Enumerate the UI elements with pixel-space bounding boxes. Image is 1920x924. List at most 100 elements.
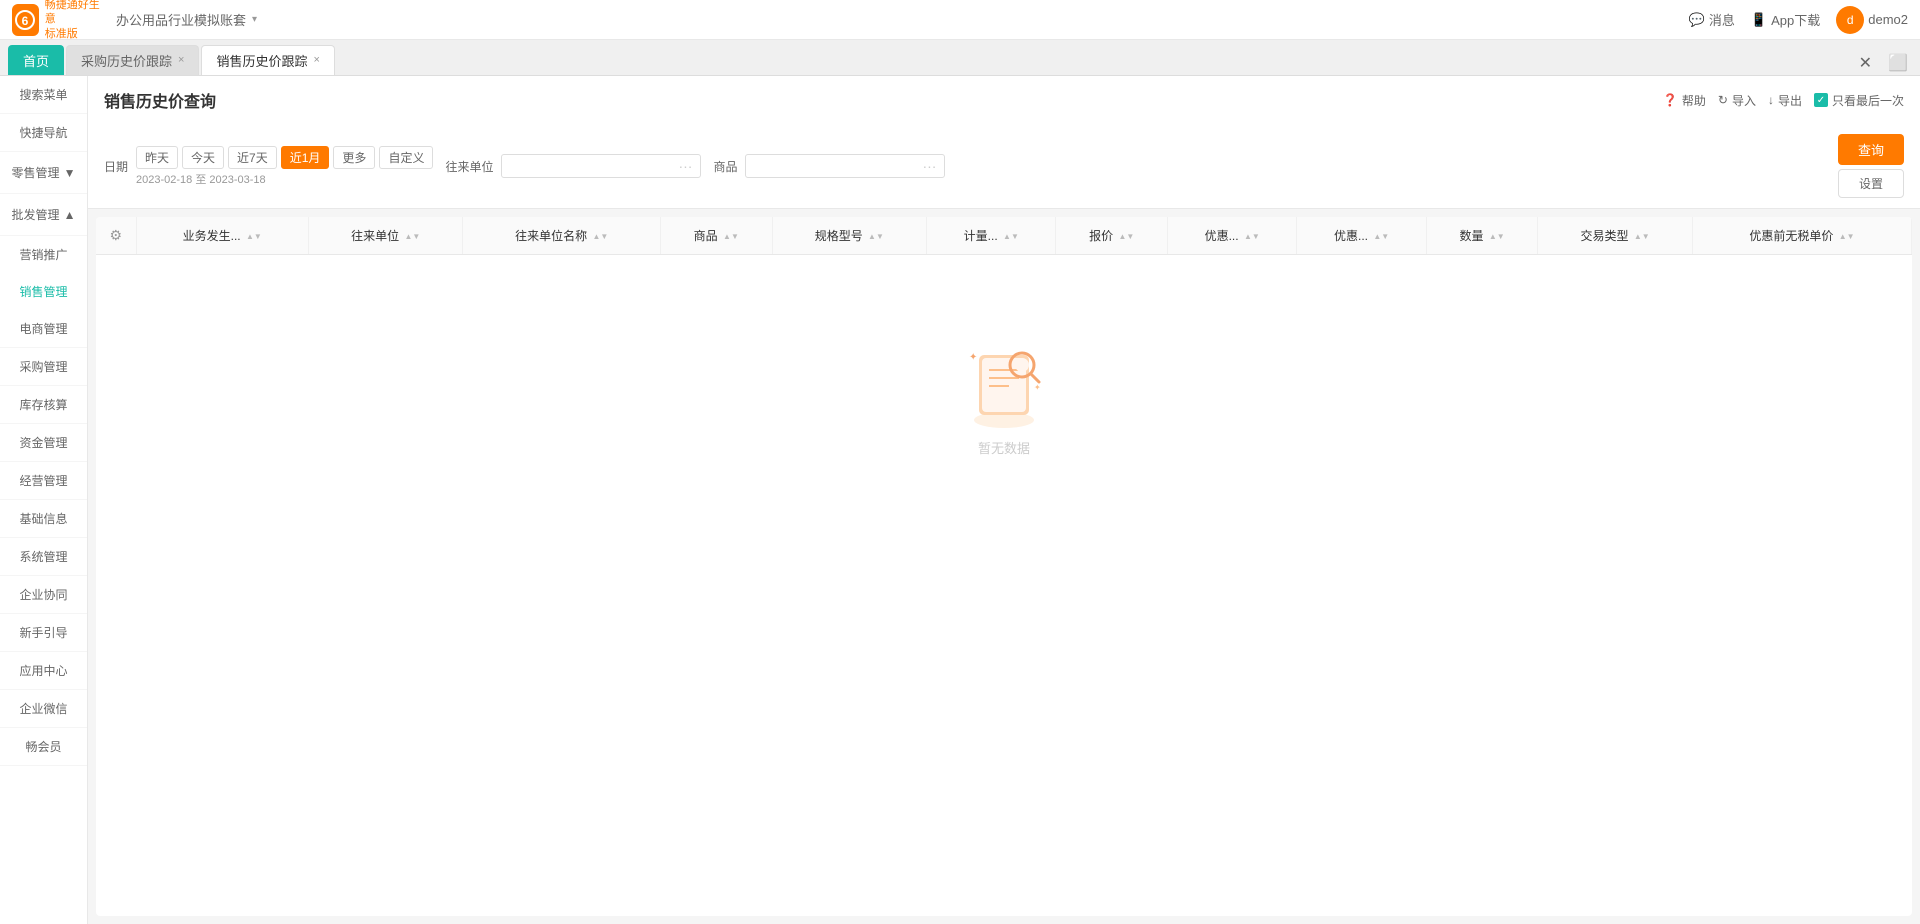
message-btn[interactable]: 💬 消息 [1689, 10, 1735, 29]
sort-arrows-pretax-price: ▲▼ [1839, 232, 1855, 241]
col-partner-name: 往来单位名称 ▲▼ [463, 217, 661, 255]
sort-arrows-product: ▲▼ [723, 232, 739, 241]
date-btn-7days[interactable]: 近7天 [228, 146, 277, 169]
sidebar-label: 快捷导航 [19, 124, 67, 141]
partner-dots-icon[interactable]: ··· [678, 158, 692, 174]
sidebar-label: 销售管理 [19, 285, 67, 299]
col-trade-type: 交易类型 ▲▼ [1538, 217, 1693, 255]
date-btn-yesterday[interactable]: 昨天 [136, 146, 178, 169]
sidebar-label: 库存核算 [19, 396, 67, 413]
sort-arrows-biz-date: ▲▼ [246, 232, 262, 241]
page-header: 销售历史价查询 ❓ 帮助 ↻ 导入 ↓ 导出 ✓ [88, 76, 1920, 209]
date-btn-more[interactable]: 更多 [333, 146, 375, 169]
table-header: ⚙ 业务发生... ▲▼ 往来单位 ▲▼ 往来单位名称 ▲▼ [96, 217, 1912, 255]
export-icon: ↓ [1768, 93, 1774, 107]
window-close-btn[interactable]: ✕ [1855, 51, 1876, 75]
logo-area: 6 畅捷通好生意 标准版 [12, 0, 100, 41]
col-quantity: 数量 ▲▼ [1426, 217, 1538, 255]
window-maximize-btn[interactable]: ⬜ [1884, 51, 1912, 75]
sidebar-item-wholesale-mgmt[interactable]: 批发管理 ▲ [0, 194, 87, 236]
logo-icon: 6 [12, 4, 39, 36]
empty-svg-icon: ✦ ✦ [954, 335, 1054, 435]
sidebar-item-new-guide[interactable]: 新手引导 [0, 614, 87, 652]
partner-input[interactable] [510, 159, 674, 173]
settings-button[interactable]: 设置 [1838, 169, 1904, 198]
sidebar-item-quick-nav[interactable]: 快捷导航 [0, 114, 87, 152]
sidebar-label: 零售管理 [12, 164, 60, 181]
tab-sales-history[interactable]: 销售历史价跟踪 × [201, 45, 334, 75]
product-label: 商品 [713, 158, 737, 175]
only-last-checkbox[interactable]: ✓ 只看最后一次 [1814, 92, 1904, 109]
col-settings: ⚙ [96, 217, 136, 255]
col-discount2: 优惠... ▲▼ [1297, 217, 1426, 255]
sidebar-label: 企业微信 [19, 700, 67, 717]
import-btn[interactable]: ↻ 导入 [1718, 92, 1756, 109]
sidebar-item-enterprise-coop[interactable]: 企业协同 [0, 576, 87, 614]
query-button[interactable]: 查询 [1838, 134, 1904, 165]
app-dropdown-icon[interactable]: ▾ [252, 14, 257, 25]
sidebar-item-sales-mgmt[interactable]: 销售管理 [0, 273, 87, 310]
partner-input-wrap[interactable]: ··· [501, 154, 701, 178]
gear-button[interactable]: ⚙ [109, 227, 122, 244]
date-filter-group: 日期 昨天 今天 近7天 近1月 更多 自定义 2023-02-18 至 202… [104, 146, 433, 187]
tab-purchase-history-close[interactable]: × [178, 55, 184, 66]
sidebar-item-enterprise-wechat[interactable]: 企业微信 [0, 690, 87, 728]
tab-purchase-history[interactable]: 采购历史价跟踪 × [66, 45, 199, 75]
product-input-wrap[interactable]: ··· [745, 154, 945, 178]
sidebar-item-search-menu[interactable]: 搜索菜单 [0, 76, 87, 114]
col-product: 商品 ▲▼ [661, 217, 773, 255]
tab-window-actions: ✕ ⬜ [1855, 51, 1912, 75]
avatar: d [1836, 6, 1864, 34]
svg-text:✦: ✦ [969, 352, 977, 363]
header-right: 💬 消息 📱 App下载 d demo2 [1689, 6, 1908, 34]
sidebar-item-finance[interactable]: 资金管理 [0, 424, 87, 462]
col-biz-date: 业务发生... ▲▼ [136, 217, 308, 255]
date-buttons: 昨天 今天 近7天 近1月 更多 自定义 [136, 146, 433, 169]
sidebar-item-vip[interactable]: 畅会员 [0, 728, 87, 766]
export-btn[interactable]: ↓ 导出 [1768, 92, 1802, 109]
product-dots-icon[interactable]: ··· [922, 158, 936, 174]
sidebar-item-app-center[interactable]: 应用中心 [0, 652, 87, 690]
sidebar-item-purchase-mgmt[interactable]: 采购管理 [0, 348, 87, 386]
sidebar-item-ecommerce[interactable]: 电商管理 [0, 310, 87, 348]
svg-text:✦: ✦ [1034, 383, 1041, 392]
sidebar-label: 经营管理 [19, 472, 67, 489]
empty-state: ✦ ✦ 暂无数据 [96, 255, 1912, 537]
col-unit: 计量... ▲▼ [927, 217, 1056, 255]
product-input[interactable] [754, 159, 918, 173]
content-area: 销售历史价查询 ❓ 帮助 ↻ 导入 ↓ 导出 ✓ [88, 76, 1920, 924]
logo-text: 畅捷通好生意 标准版 [45, 0, 100, 41]
sidebar-item-marketing[interactable]: 营销推广 [0, 236, 87, 273]
sort-arrows-trade-type: ▲▼ [1634, 232, 1650, 241]
date-buttons-wrap: 昨天 今天 近7天 近1月 更多 自定义 2023-02-18 至 2023-0… [136, 146, 433, 187]
sidebar-item-inventory[interactable]: 库存核算 [0, 386, 87, 424]
tab-sales-history-close[interactable]: × [313, 55, 319, 66]
help-btn[interactable]: ❓ 帮助 [1663, 92, 1706, 109]
sidebar-item-system[interactable]: 系统管理 [0, 538, 87, 576]
chevron-icon: ▲ [64, 208, 76, 222]
sidebar-item-retail-mgmt[interactable]: 零售管理 ▼ [0, 152, 87, 194]
col-partner-code: 往来单位 ▲▼ [308, 217, 463, 255]
table-container: ⚙ 业务发生... ▲▼ 往来单位 ▲▼ 往来单位名称 ▲▼ [96, 217, 1912, 916]
page-actions: ❓ 帮助 ↻ 导入 ↓ 导出 ✓ 只看最后一次 [1663, 92, 1904, 109]
date-btn-today[interactable]: 今天 [182, 146, 224, 169]
sidebar-item-basic-info[interactable]: 基础信息 [0, 500, 87, 538]
chevron-icon: ▼ [64, 166, 76, 180]
table-header-row: ⚙ 业务发生... ▲▼ 往来单位 ▲▼ 往来单位名称 ▲▼ [96, 217, 1912, 255]
sort-arrows-partner-name: ▲▼ [593, 232, 609, 241]
tab-home[interactable]: 首页 [8, 45, 64, 75]
download-icon: 📱 [1751, 12, 1767, 28]
import-icon: ↻ [1718, 93, 1728, 107]
date-btn-1month[interactable]: 近1月 [281, 146, 330, 169]
date-btn-custom[interactable]: 自定义 [379, 146, 433, 169]
app-download-btn[interactable]: 📱 App下载 [1751, 10, 1820, 29]
partner-filter-group: 往来单位 ··· [445, 154, 701, 178]
sort-arrows-unit: ▲▼ [1003, 232, 1019, 241]
sidebar-item-operations[interactable]: 经营管理 [0, 462, 87, 500]
sidebar-label: 营销推广 [19, 248, 67, 262]
user-profile[interactable]: d demo2 [1836, 6, 1908, 34]
sort-arrows-quantity: ▲▼ [1489, 232, 1505, 241]
page-title: 销售历史价查询 [104, 88, 216, 112]
date-label: 日期 [104, 158, 128, 175]
sort-arrows-discount2: ▲▼ [1373, 232, 1389, 241]
